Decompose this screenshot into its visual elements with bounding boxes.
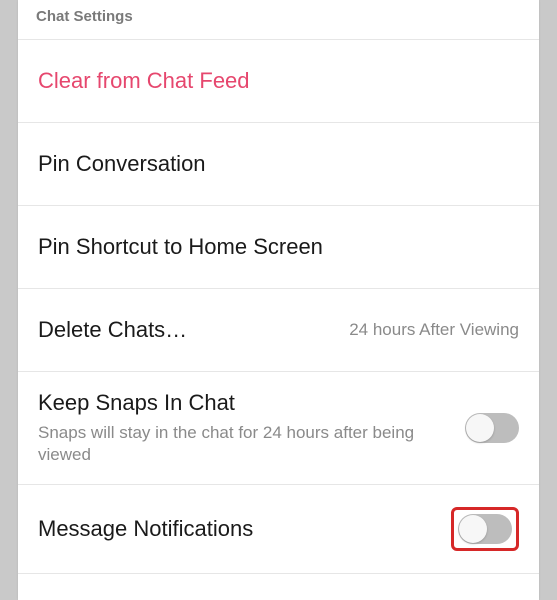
section-header: Chat Settings bbox=[18, 0, 539, 39]
keep-snaps-row: Keep Snaps In Chat Snaps will stay in th… bbox=[18, 371, 539, 484]
pin-shortcut-row[interactable]: Pin Shortcut to Home Screen bbox=[18, 205, 539, 288]
message-notifications-row: Message Notifications bbox=[18, 484, 539, 574]
chat-settings-panel: Chat Settings Clear from Chat Feed Pin C… bbox=[18, 0, 539, 600]
keep-snaps-subtitle: Snaps will stay in the chat for 24 hours… bbox=[38, 422, 449, 466]
toggle-knob-icon bbox=[459, 515, 487, 543]
clear-from-chat-feed-row[interactable]: Clear from Chat Feed bbox=[18, 39, 539, 122]
pin-conversation-label: Pin Conversation bbox=[38, 151, 206, 177]
keep-snaps-text: Keep Snaps In Chat Snaps will stay in th… bbox=[38, 390, 465, 466]
keep-snaps-toggle[interactable] bbox=[465, 413, 519, 443]
clear-from-chat-feed-label: Clear from Chat Feed bbox=[38, 68, 250, 94]
pin-conversation-row[interactable]: Pin Conversation bbox=[18, 122, 539, 205]
delete-chats-label: Delete Chats… bbox=[38, 317, 187, 343]
toggle-knob-icon bbox=[466, 414, 494, 442]
message-notifications-label: Message Notifications bbox=[38, 516, 253, 542]
pin-shortcut-label: Pin Shortcut to Home Screen bbox=[38, 234, 323, 260]
delete-chats-row[interactable]: Delete Chats… 24 hours After Viewing bbox=[18, 288, 539, 371]
delete-chats-value: 24 hours After Viewing bbox=[349, 320, 519, 340]
highlight-box bbox=[451, 507, 519, 551]
message-notifications-toggle[interactable] bbox=[458, 514, 512, 544]
keep-snaps-label: Keep Snaps In Chat bbox=[38, 390, 449, 416]
